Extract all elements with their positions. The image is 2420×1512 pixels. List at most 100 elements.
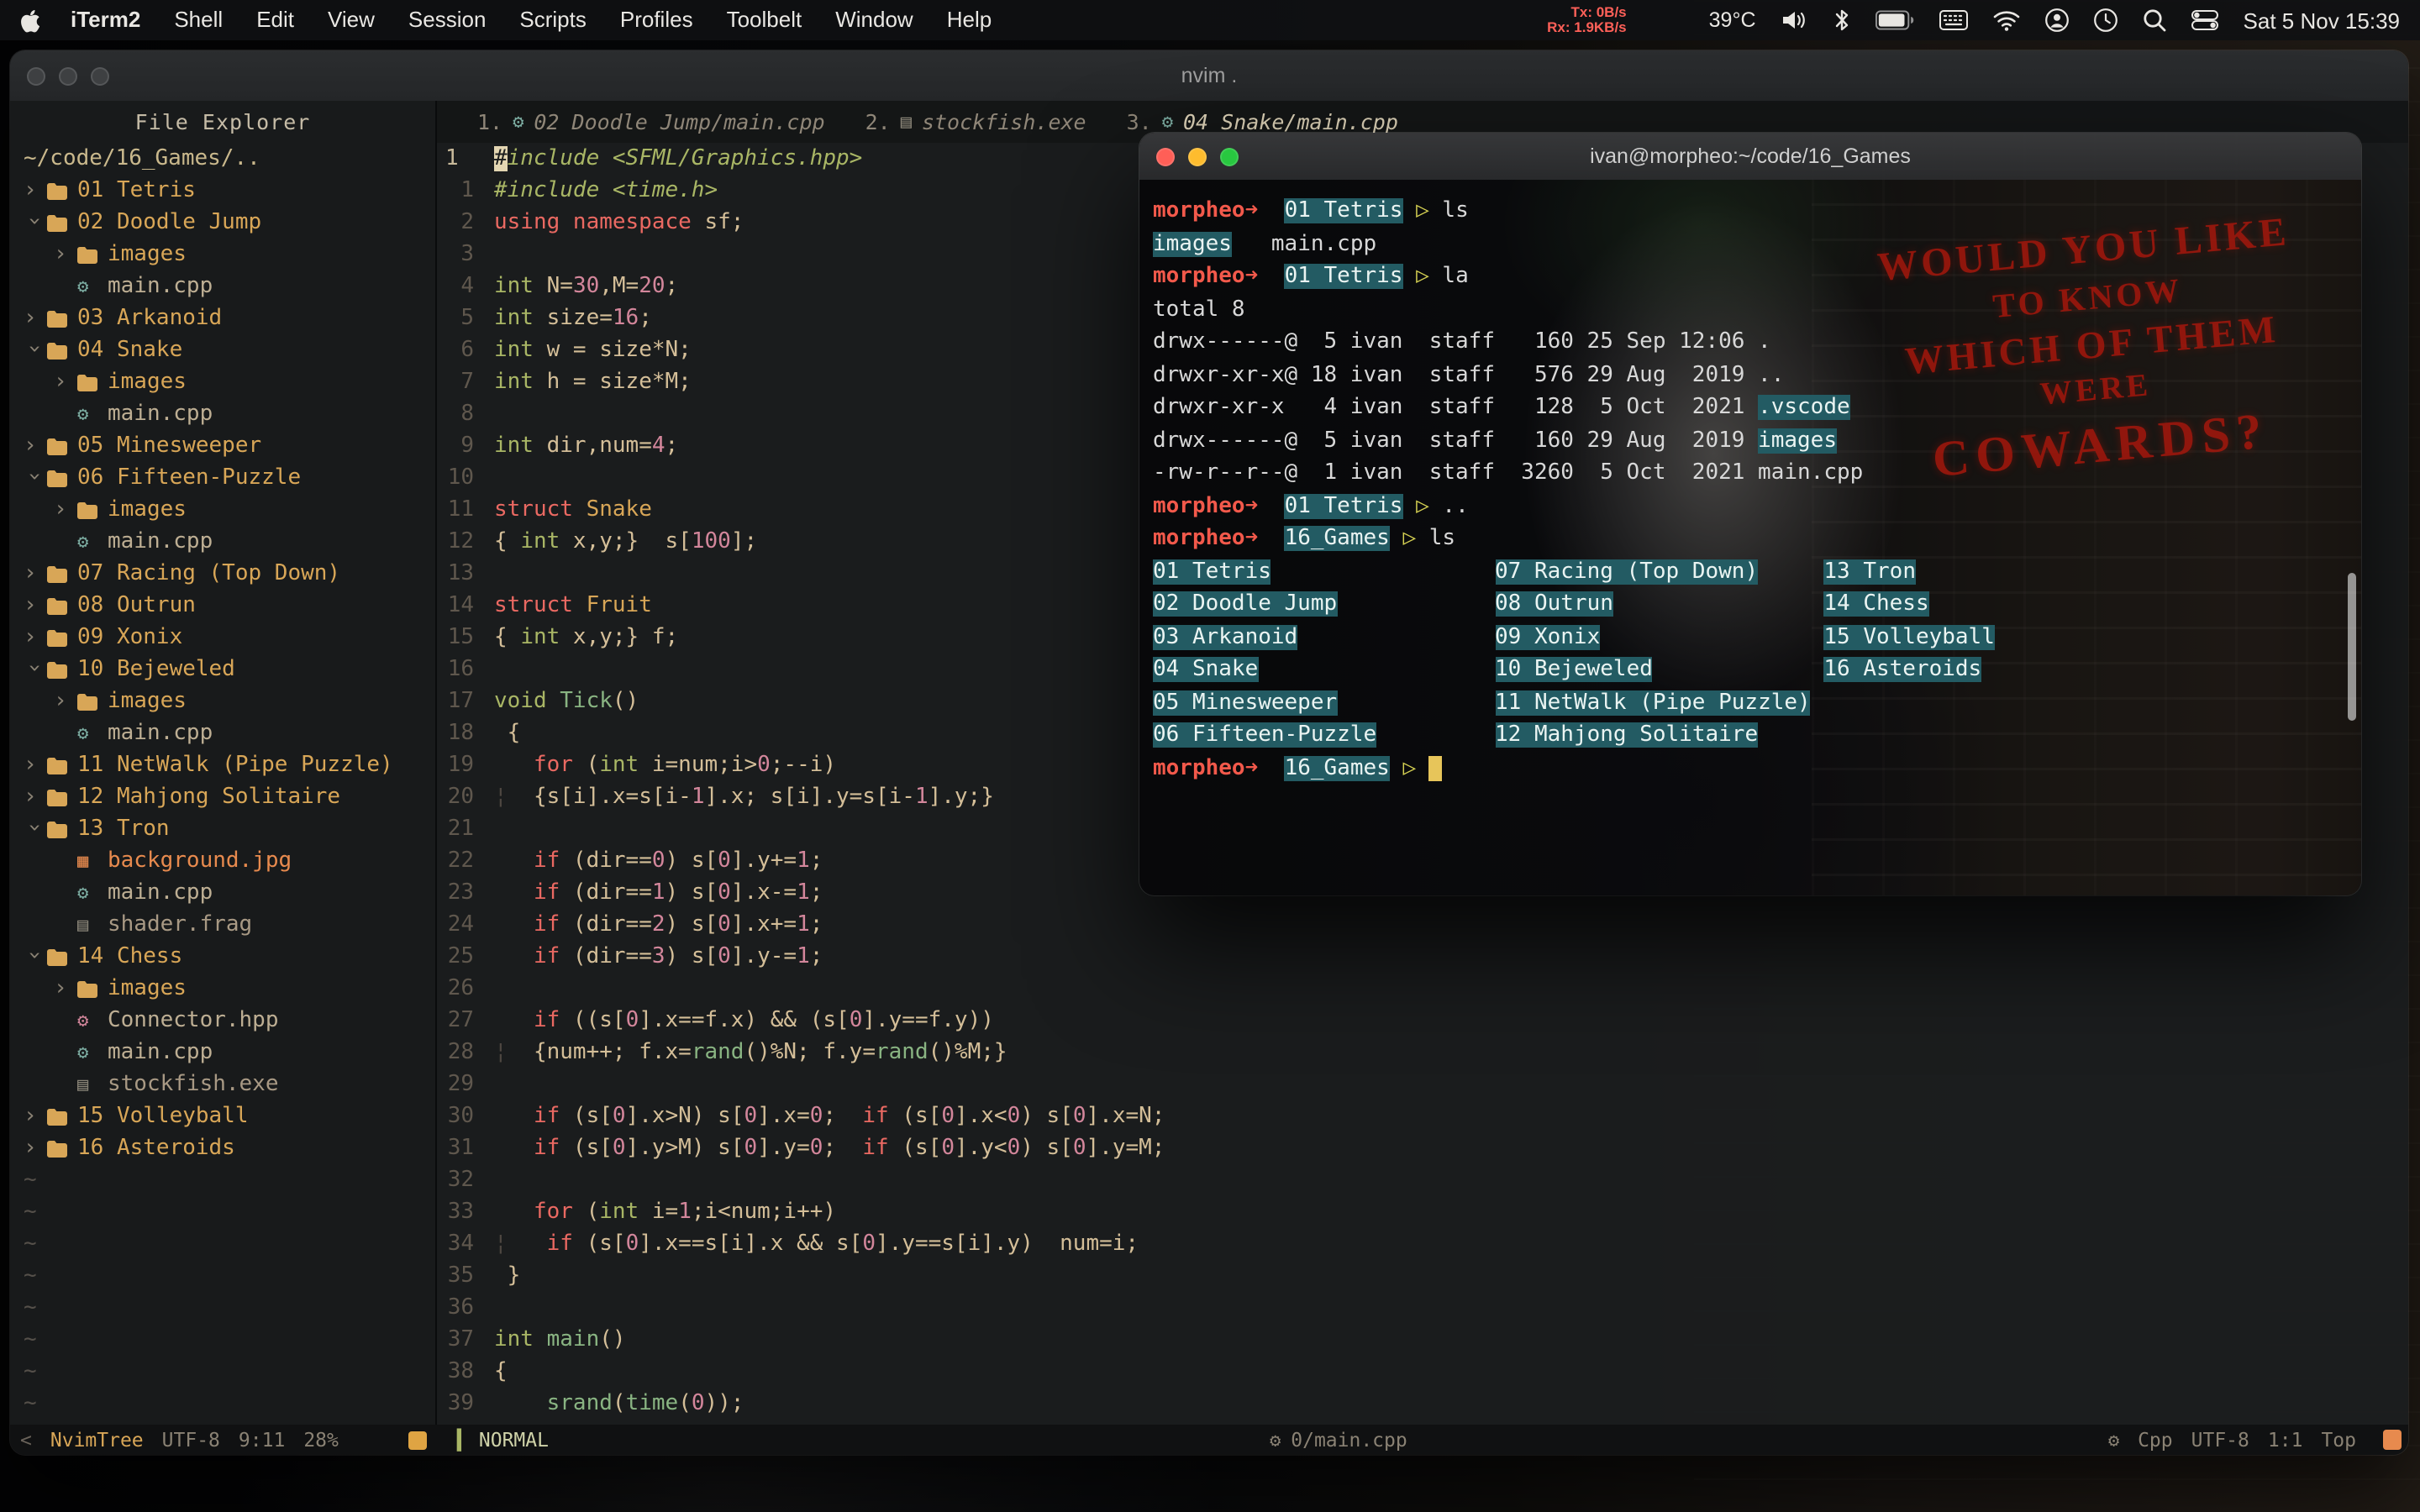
terminal-window-title: ivan@morpheo:~/code/16_Games bbox=[1590, 144, 1911, 168]
tree-item-main-cpp[interactable]: ⚙ main.cpp bbox=[10, 877, 435, 909]
nvim-window-titlebar[interactable]: nvim . bbox=[10, 50, 2408, 101]
volume-icon[interactable] bbox=[1781, 10, 1808, 30]
folder-name: 02 Doodle Jump bbox=[77, 210, 262, 235]
tree-item-12-mahjong-solitaire[interactable]: › 12 Mahjong Solitaire bbox=[10, 781, 435, 813]
terminal-line: 05 Minesweeper 11 NetWalk (Pipe Puzzle) bbox=[1153, 686, 2348, 719]
terminal-titlebar[interactable]: ivan@morpheo:~/code/16_Games bbox=[1139, 133, 2361, 180]
tree-item-05-minesweeper[interactable]: › 05 Minesweeper bbox=[10, 430, 435, 462]
close-button[interactable] bbox=[1156, 147, 1175, 165]
search-icon[interactable] bbox=[2143, 8, 2166, 32]
code-segment: (s[ bbox=[888, 1136, 942, 1161]
tree-item-images[interactable]: › images bbox=[10, 494, 435, 526]
time-machine-icon[interactable] bbox=[2093, 8, 2118, 32]
code-text: { int x,y;} f; bbox=[494, 622, 678, 654]
tree-item-09-xonix[interactable]: › 09 Xonix bbox=[10, 622, 435, 654]
folder-name: 04 Snake bbox=[77, 338, 183, 363]
minimize-button[interactable] bbox=[59, 66, 77, 85]
terminal-content[interactable]: morpheo➜ 01 Tetris ▷ ls images main.cpp mo… bbox=[1139, 195, 2361, 785]
tree-item-10-bejeweled[interactable]: › 10 Bejeweled bbox=[10, 654, 435, 685]
menu-window[interactable]: Window bbox=[818, 0, 930, 40]
tree-item-main-cpp[interactable]: ⚙ main.cpp bbox=[10, 717, 435, 749]
code-segment: i=num;i> bbox=[639, 753, 758, 778]
close-button[interactable] bbox=[27, 66, 45, 85]
arrow-spacer bbox=[54, 1072, 77, 1097]
tree-item-14-chess[interactable]: › 14 Chess bbox=[10, 941, 435, 973]
wifi-icon[interactable] bbox=[1993, 9, 2020, 31]
menu-view[interactable]: View bbox=[311, 0, 392, 40]
code-segment: 0 bbox=[1072, 1104, 1086, 1129]
tree-item-06-fifteen-puzzle[interactable]: › 06 Fifteen-Puzzle bbox=[10, 462, 435, 494]
chevron-right-icon: › bbox=[24, 433, 37, 459]
temperature-indicator[interactable]: 39°C bbox=[1709, 8, 1756, 32]
terminal-line: 01 Tetris 07 Racing (Top Down) 13 Tron bbox=[1153, 555, 2348, 588]
buffer-tab-stockfish-exe[interactable]: 2. ▤ stockfish.exe bbox=[845, 101, 1107, 143]
chevron-right-icon: › bbox=[24, 785, 37, 810]
buffer-tab-02-doodle-jump-main-cpp[interactable]: 1. ⚙ 02 Doodle Jump/main.cpp bbox=[457, 101, 845, 143]
tree-item-images[interactable]: › images bbox=[10, 973, 435, 1005]
tree-item-images[interactable]: › images bbox=[10, 366, 435, 398]
tree-item-07-racing-top-down[interactable]: › 07 Racing (Top Down) bbox=[10, 558, 435, 590]
bluetooth-icon[interactable] bbox=[1833, 8, 1850, 32]
menu-scripts[interactable]: Scripts bbox=[502, 0, 602, 40]
code-line: 39 srand(time(0)); bbox=[437, 1388, 2408, 1420]
battery-icon[interactable] bbox=[1875, 10, 1914, 30]
iterm-terminal-window[interactable]: WOULD YOU LIKE TO KNOW WHICH OF THEM WERE CO… bbox=[1139, 133, 2361, 895]
arrow-spacer bbox=[54, 274, 77, 299]
keyboard-input-icon[interactable] bbox=[1939, 10, 1968, 30]
menu-profiles[interactable]: Profiles bbox=[603, 0, 710, 40]
statusline-separator-icon: < bbox=[20, 1428, 32, 1452]
tree-item-connector-hpp[interactable]: ⚙ Connector.hpp bbox=[10, 1005, 435, 1037]
menu-iterm2[interactable]: iTerm2 bbox=[54, 0, 157, 40]
terminal-scrollbar[interactable] bbox=[2348, 573, 2356, 721]
folder-name: 16 Asteroids bbox=[77, 1136, 235, 1161]
minimize-button[interactable] bbox=[1188, 147, 1207, 165]
code-line: 27 if ((s[0].x==f.x) && (s[0].y==f.y)) bbox=[437, 1005, 2408, 1037]
network-stats[interactable]: Tx: 0B/s Rx: 1.9KB/s bbox=[1547, 3, 1627, 36]
tree-item-16-asteroids[interactable]: › 16 Asteroids bbox=[10, 1132, 435, 1164]
line-number: 32 bbox=[447, 1168, 474, 1193]
tree-item-08-outrun[interactable]: › 08 Outrun bbox=[10, 590, 435, 622]
statusline-center: ⚙ 0/main.cpp bbox=[569, 1428, 2108, 1452]
folder-name: 13 Tron bbox=[77, 816, 170, 842]
line-number: 23 bbox=[447, 880, 474, 906]
tree-item-images[interactable]: › images bbox=[10, 239, 435, 270]
code-segment: if bbox=[546, 1231, 573, 1257]
zoom-button[interactable] bbox=[91, 66, 109, 85]
tree-item-images[interactable]: › images bbox=[10, 685, 435, 717]
menu-edit[interactable]: Edit bbox=[239, 0, 311, 40]
menu-session[interactable]: Session bbox=[392, 0, 503, 40]
tree-item-main-cpp[interactable]: ⚙ main.cpp bbox=[10, 270, 435, 302]
code-segment: struct bbox=[494, 593, 573, 618]
folder-name: images bbox=[108, 370, 187, 395]
user-account-icon[interactable] bbox=[2044, 8, 2069, 32]
apple-menu-icon[interactable] bbox=[20, 8, 40, 33]
nvimtree-file-explorer[interactable]: File Explorer ~/code/16_Games/.. › 01 Tet… bbox=[10, 101, 437, 1425]
tree-item-01-tetris[interactable]: › 01 Tetris bbox=[10, 175, 435, 207]
directory-name: 01 Tetris bbox=[1284, 493, 1403, 518]
status-nvimtree: NvimTree bbox=[50, 1428, 144, 1452]
tree-item-main-cpp[interactable]: ⚙ main.cpp bbox=[10, 1037, 435, 1068]
tree-item-13-tron[interactable]: › 13 Tron bbox=[10, 813, 435, 845]
menu-toolbelt[interactable]: Toolbelt bbox=[710, 0, 819, 40]
line-number: 22 bbox=[447, 848, 474, 874]
file-explorer-root-path[interactable]: ~/code/16_Games/.. bbox=[10, 143, 435, 175]
tree-item-15-volleyball[interactable]: › 15 Volleyball bbox=[10, 1100, 435, 1132]
menu-help[interactable]: Help bbox=[930, 0, 1009, 40]
tree-item-background-jpg[interactable]: ▦ background.jpg bbox=[10, 845, 435, 877]
zoom-button[interactable] bbox=[1220, 147, 1239, 165]
tree-item-03-arkanoid[interactable]: › 03 Arkanoid bbox=[10, 302, 435, 334]
tree-item-02-doodle-jump[interactable]: › 02 Doodle Jump bbox=[10, 207, 435, 239]
tree-item-11-netwalk-pipe-puzzle[interactable]: › 11 NetWalk (Pipe Puzzle) bbox=[10, 749, 435, 781]
tree-item-main-cpp[interactable]: ⚙ main.cpp bbox=[10, 526, 435, 558]
menu-shell[interactable]: Shell bbox=[157, 0, 239, 40]
menu-bar-clock[interactable]: Sat 5 Nov 15:39 bbox=[2244, 8, 2400, 33]
tree-item-stockfish-exe[interactable]: ▤ stockfish.exe bbox=[10, 1068, 435, 1100]
control-center-icon[interactable] bbox=[2191, 10, 2218, 30]
tree-item-04-snake[interactable]: › 04 Snake bbox=[10, 334, 435, 366]
cpp-file-icon: ⚙ bbox=[77, 403, 89, 425]
directory-name: 16_Games bbox=[1284, 755, 1390, 780]
tree-item-main-cpp[interactable]: ⚙ main.cpp bbox=[10, 398, 435, 430]
code-segment: 1 bbox=[797, 880, 810, 906]
tree-item-shader-frag[interactable]: ▤ shader.frag bbox=[10, 909, 435, 941]
